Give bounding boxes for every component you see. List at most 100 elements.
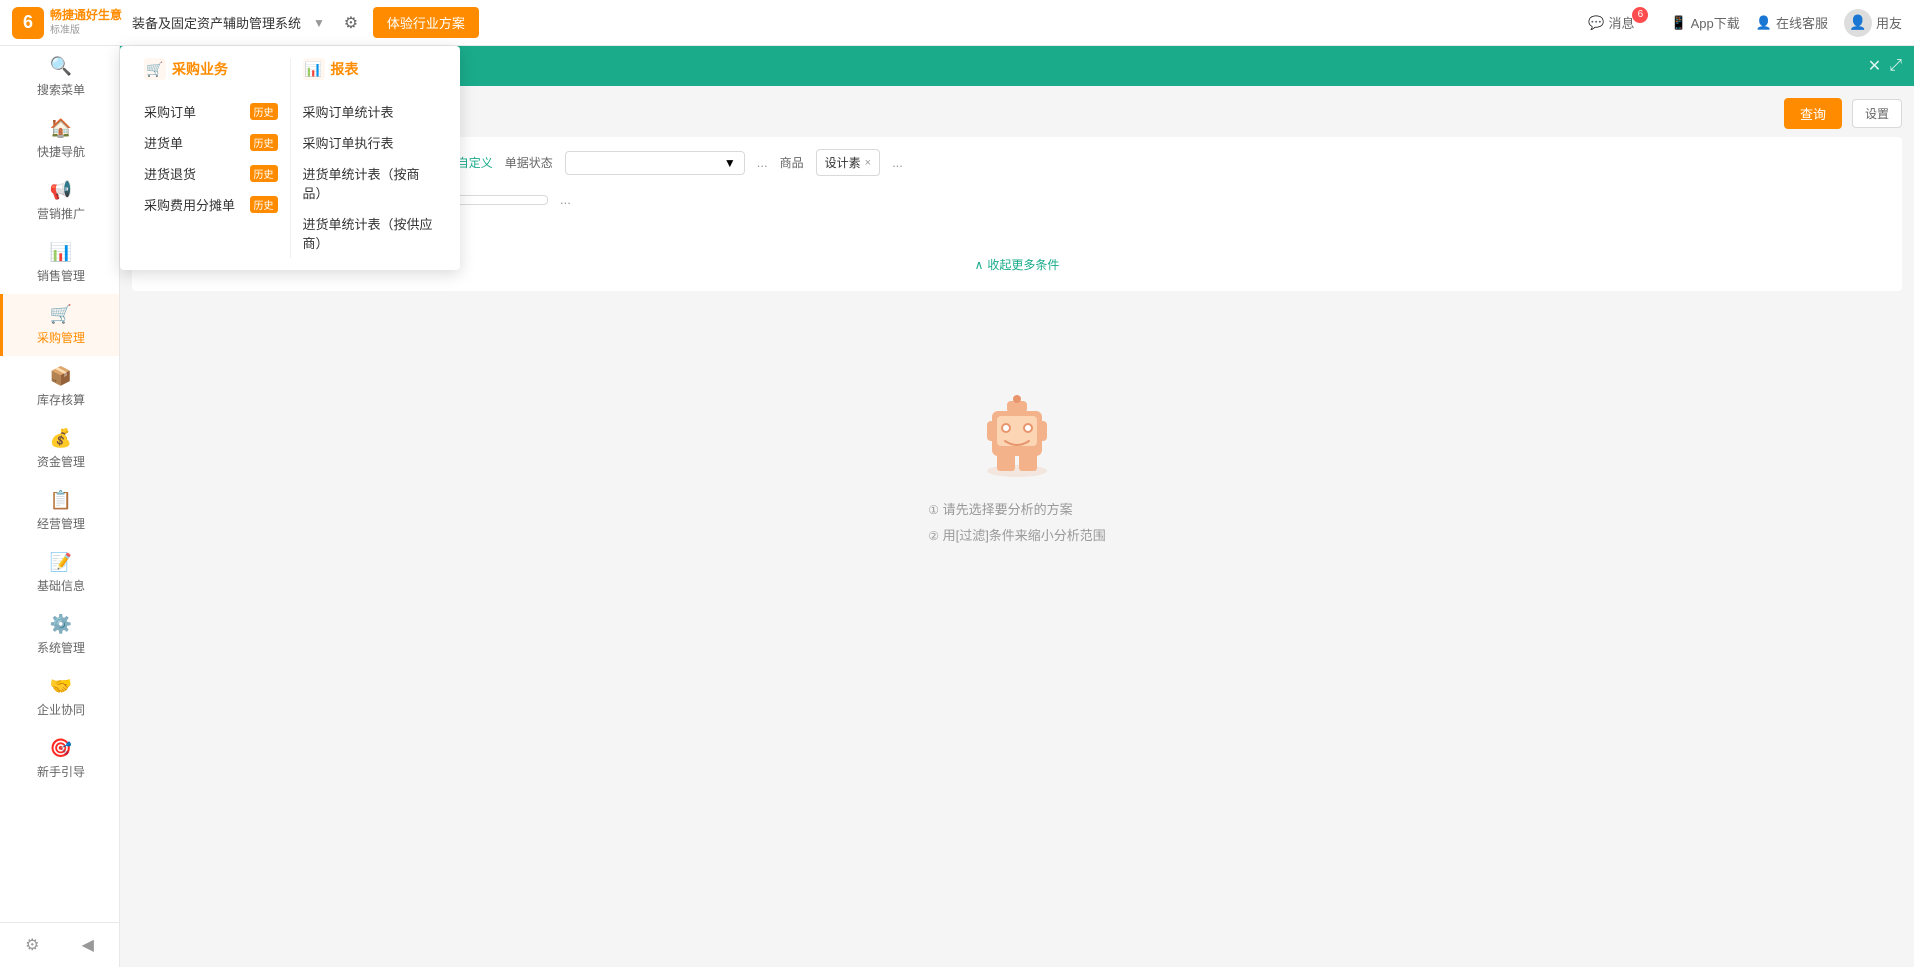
industry-btn[interactable]: 体验行业方案 xyxy=(373,7,479,38)
sidebar-item-cooperation[interactable]: 🤝 企业协同 xyxy=(0,666,119,728)
sidebar-item-label: 资金管理 xyxy=(37,453,85,470)
header-middle: 装备及固定资产辅助管理系统 ▼ ⚙ 体验行业方案 xyxy=(132,7,1588,38)
purchase-dropdown-overlay: 🛒 采购业务 采购订单 历史 进货单 历史 进货退货 xyxy=(120,46,460,270)
system-dropdown-btn[interactable]: ▼ xyxy=(309,14,329,32)
sidebar-item-search[interactable]: 🔍 搜索菜单 xyxy=(0,46,119,108)
collapse-label: 收起更多条件 xyxy=(987,256,1059,273)
sidebar-item-operations[interactable]: 📋 经营管理 xyxy=(0,480,119,542)
sales-icon: 📊 xyxy=(50,242,72,263)
messages-btn[interactable]: 💬 消息 6 xyxy=(1588,13,1654,32)
cooperation-icon: 🤝 xyxy=(50,676,72,697)
sidebar-item-label: 营销推广 xyxy=(37,205,85,222)
header-settings-btn[interactable]: ⚙ xyxy=(337,9,365,37)
dropdown-item-po-summary[interactable]: 采购订单统计表 xyxy=(303,96,437,127)
online-service-label: 在线客服 xyxy=(1776,13,1828,32)
dropdown-item-receipt-return[interactable]: 进货退货 历史 xyxy=(144,158,278,189)
user-btn[interactable]: 👤 用友 xyxy=(1844,9,1902,37)
sidebar-item-finance[interactable]: 💰 资金管理 xyxy=(0,418,119,480)
message-icon: 💬 xyxy=(1588,15,1604,31)
top-header: 6 畅捷通好生意 标准版 装备及固定资产辅助管理系统 ▼ ⚙ 体验行业方案 💬 … xyxy=(0,0,1914,46)
brand-name: 畅捷通好生意 xyxy=(50,8,122,24)
sidebar-collapse-btn[interactable]: ◀ xyxy=(74,931,102,959)
app-download-label: App下载 xyxy=(1691,13,1740,32)
dropdown-item-po-execute[interactable]: 采购订单执行表 xyxy=(303,127,437,158)
purchase-col: 🛒 采购业务 采购订单 历史 进货单 历史 进货退货 xyxy=(132,58,291,258)
app-download-btn[interactable]: 📱 App下载 xyxy=(1670,13,1739,32)
purchase-col-header: 🛒 采购业务 xyxy=(144,58,278,86)
query-btn[interactable]: 查询 xyxy=(1784,98,1842,129)
empty-text-line1: 请先选择要分析的方案 xyxy=(943,502,1073,517)
sidebar-item-system[interactable]: ⚙️ 系统管理 xyxy=(0,604,119,666)
dropdown-columns: 🛒 采购业务 采购订单 历史 进货单 历史 进货退货 xyxy=(132,58,448,258)
receipt-history[interactable]: 历史 xyxy=(250,134,278,151)
purchase-order-history[interactable]: 历史 xyxy=(250,103,278,120)
system-icon: ⚙️ xyxy=(50,614,72,635)
marketing-icon: 📢 xyxy=(50,180,72,201)
goods-tag[interactable]: 设计素 × xyxy=(816,149,880,176)
sidebar-item-basicinfo[interactable]: 📝 基础信息 xyxy=(0,542,119,604)
header-right: 💬 消息 6 📱 App下载 👤 在线客服 👤 用友 xyxy=(1588,9,1902,37)
collapse-btn[interactable]: ∧ 收起更多条件 xyxy=(975,250,1060,279)
messages-badge: 6 xyxy=(1632,7,1648,23)
empty-state: ① 请先选择要分析的方案 ② 用[过滤]条件来缩小分析范围 xyxy=(132,301,1902,629)
dropdown-item-receipt-summary-supplier[interactable]: 进货单统计表（按供应商） xyxy=(303,208,437,258)
doc-status-dots[interactable]: ... xyxy=(757,155,768,170)
salesperson-dots[interactable]: ... xyxy=(560,192,571,207)
messages-label: 消息 xyxy=(1608,13,1634,32)
basicinfo-icon: 📝 xyxy=(50,552,72,573)
sidebar-item-label: 销售管理 xyxy=(37,267,85,284)
empty-line1: ① 请先选择要分析的方案 xyxy=(928,497,1106,523)
receipt-return-label: 进货退货 xyxy=(144,164,196,183)
po-summary-label: 采购订单统计表 xyxy=(303,102,394,121)
collapse-icon: ∧ xyxy=(975,258,984,272)
sidebar: 🔍 搜索菜单 🏠 快捷导航 📢 营销推广 📊 销售管理 🛒 采购管理 📦 库存核… xyxy=(0,46,120,967)
sidebar-item-sales[interactable]: 📊 销售管理 xyxy=(0,232,119,294)
expense-label: 采购费用分摊单 xyxy=(144,195,235,214)
sidebar-item-label: 搜索菜单 xyxy=(37,81,85,98)
home-icon: 🏠 xyxy=(50,118,72,139)
settings-btn[interactable]: 设置 xyxy=(1852,99,1902,128)
sidebar-item-label: 系统管理 xyxy=(37,639,85,656)
goods-tag-value: 设计素 xyxy=(825,154,861,171)
user-label: 用友 xyxy=(1876,13,1902,32)
sidebar-item-label: 基础信息 xyxy=(37,577,85,594)
content-area: 首页 销售排行榜 × ✕ ⤢ ❓ 帮助 🖨 按模板打印 xyxy=(120,46,1914,967)
goods-dots[interactable]: ... xyxy=(892,155,903,170)
tab-expand-icon[interactable]: ⤢ xyxy=(1889,57,1902,75)
operations-icon: 📋 xyxy=(50,490,72,511)
expense-history[interactable]: 历史 xyxy=(250,196,278,213)
phone-icon: 📱 xyxy=(1670,15,1686,31)
sidebar-item-quicknav[interactable]: 🏠 快捷导航 xyxy=(0,108,119,170)
sidebar-item-label: 企业协同 xyxy=(37,701,85,718)
sidebar-settings-btn[interactable]: ⚙ xyxy=(17,931,47,959)
purchase-dropdown-menu: 🛒 采购业务 采购订单 历史 进货单 历史 进货退货 xyxy=(120,46,460,270)
newguide-icon: 🎯 xyxy=(50,738,72,759)
empty-line2: ② 用[过滤]条件来缩小分析范围 xyxy=(928,523,1106,549)
report-col-header: 📊 报表 xyxy=(303,58,437,86)
sidebar-item-newguide[interactable]: 🎯 新手引导 xyxy=(0,728,119,790)
system-title: 装备及固定资产辅助管理系统 xyxy=(132,13,301,32)
date-shortcut-custom[interactable]: 自定义 xyxy=(457,154,493,171)
sidebar-item-purchase[interactable]: 🛒 采购管理 xyxy=(0,294,119,356)
report-col-icon: 📊 xyxy=(303,58,325,80)
dropdown-item-purchase-order[interactable]: 采购订单 历史 xyxy=(144,96,278,127)
purchase-col-icon: 🛒 xyxy=(144,58,166,80)
dropdown-item-receipt-summary-goods[interactable]: 进货单统计表（按商品） xyxy=(303,158,437,208)
receipt-summary-goods-label: 进货单统计表（按商品） xyxy=(303,164,437,202)
dropdown-item-receipt[interactable]: 进货单 历史 xyxy=(144,127,278,158)
goods-label: 商品 xyxy=(780,154,804,171)
receipt-return-history[interactable]: 历史 xyxy=(250,165,278,182)
goods-tag-close[interactable]: × xyxy=(865,157,871,169)
empty-text: ① 请先选择要分析的方案 ② 用[过滤]条件来缩小分析范围 xyxy=(928,497,1106,549)
toolbar-right: 查询 设置 xyxy=(1784,98,1902,129)
report-col-title: 报表 xyxy=(331,59,359,79)
finance-icon: 💰 xyxy=(50,428,72,449)
dropdown-item-expense[interactable]: 采购费用分摊单 历史 xyxy=(144,189,278,220)
online-service-btn[interactable]: 👤 在线客服 xyxy=(1756,13,1828,32)
doc-status-select[interactable]: ▼ xyxy=(565,151,745,175)
logo-icon: 6 xyxy=(12,7,44,39)
sidebar-item-label: 新手引导 xyxy=(37,763,85,780)
sidebar-item-marketing[interactable]: 📢 营销推广 xyxy=(0,170,119,232)
tab-close-icon[interactable]: ✕ xyxy=(1868,56,1881,76)
sidebar-item-inventory[interactable]: 📦 库存核算 xyxy=(0,356,119,418)
